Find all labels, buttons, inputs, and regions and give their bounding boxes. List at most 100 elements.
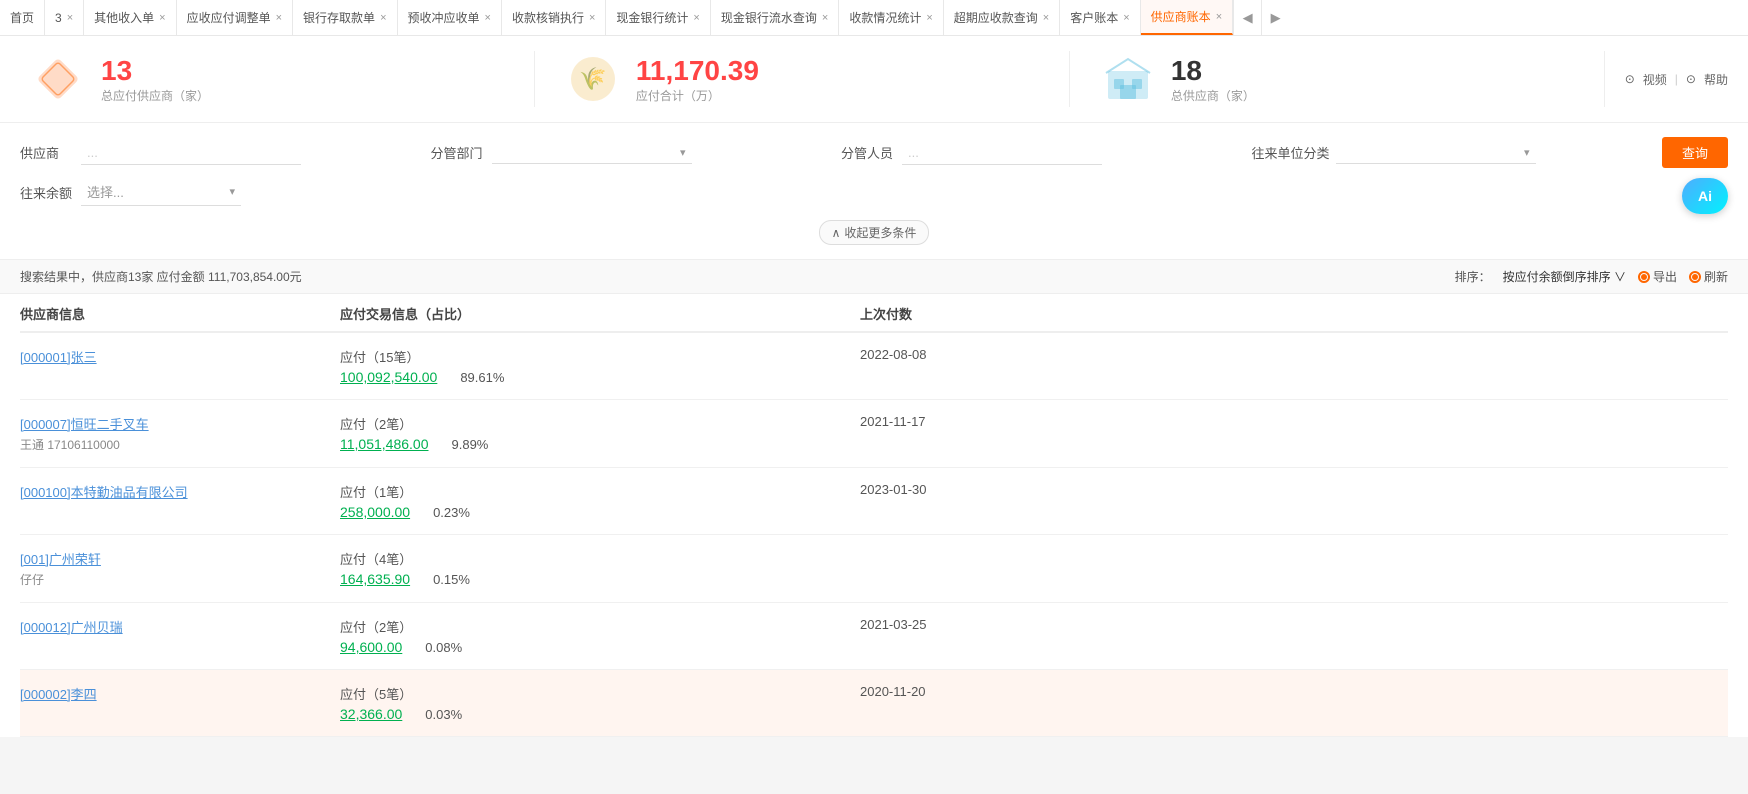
close-icon[interactable]: × [693, 12, 699, 24]
supplier-link[interactable]: [000002]李四 [20, 684, 340, 703]
nav-tab-receipt-verify[interactable]: 收款核销执行 × [502, 0, 606, 35]
close-icon[interactable]: × [589, 12, 595, 24]
dept-filter-select[interactable]: ▾ [492, 142, 692, 164]
transaction-percent: 0.15% [433, 572, 470, 587]
refresh-button[interactable]: 刷新 [1689, 268, 1728, 285]
result-summary-text: 搜索结果中，供应商13家 应付金额 111,703,854.00元 [20, 268, 302, 285]
nav-tab-other-income[interactable]: 其他收入单 × [84, 0, 176, 35]
transaction-amount[interactable]: 100,092,540.00 [340, 369, 437, 385]
close-icon[interactable]: × [485, 12, 491, 24]
transaction-amount[interactable]: 32,366.00 [340, 706, 402, 722]
nav-tab-cash-bank-stat[interactable]: 现金银行统计 × [606, 0, 710, 35]
table-row: [000100]本特勤油品有限公司 应付（1笔） 258,000.00 0.23… [20, 468, 1728, 535]
supplier-link[interactable]: [000012]广州贝瑞 [20, 617, 340, 636]
filter-supplier: 供应商 [20, 141, 411, 165]
table-row: [000002]李四 应付（5笔） 32,366.00 0.03% 2020-1… [20, 670, 1728, 737]
close-icon[interactable]: × [1216, 11, 1222, 23]
close-icon[interactable]: × [1123, 12, 1129, 24]
close-icon[interactable]: × [1043, 12, 1049, 24]
nav-tab-receipt-stat[interactable]: 收款情况统计 × [839, 0, 943, 35]
dept-filter-label: 分管部门 [431, 143, 486, 162]
table-row: [001]广州荣轩 仔仔 应付（4笔） 164,635.90 0.15% [20, 535, 1728, 603]
chevron-down-icon: ▾ [680, 146, 686, 159]
person-filter-input[interactable] [902, 141, 1102, 165]
wheat-icon: 🌾 [565, 51, 621, 107]
table-row: [000012]广州贝瑞 应付（2笔） 94,600.00 0.08% 2021… [20, 603, 1728, 670]
category-filter-label: 往来单位分类 [1252, 143, 1330, 162]
last-pay-date: 2020-11-20 [860, 684, 926, 699]
last-pay-date: 2023-01-30 [860, 482, 927, 497]
person-filter-label: 分管人员 [841, 143, 896, 162]
transaction-percent: 0.03% [425, 707, 462, 722]
result-bar-right: 排序： 按应付余额倒序排序 ∨ 导出 刷新 [1455, 268, 1728, 285]
export-button[interactable]: 导出 [1638, 268, 1677, 285]
supplier-link[interactable]: [000007]恒旺二手叉车 [20, 414, 340, 433]
nav-right-arrow[interactable]: ▶ [1261, 0, 1289, 35]
supplier-link[interactable]: [001]广州荣轩 [20, 549, 340, 568]
nav-tab-cash-bank-flow[interactable]: 现金银行流水查询 × [711, 0, 839, 35]
sort-select[interactable]: 按应付余额倒序排序 ∨ [1503, 268, 1626, 285]
transaction-percent: 0.23% [433, 505, 470, 520]
transaction-percent: 9.89% [452, 437, 489, 452]
summary-card-payable-total: 🌾 11,170.39 应付合计（万） [535, 51, 1070, 107]
transaction-amount[interactable]: 11,051,486.00 [340, 436, 429, 452]
close-icon[interactable]: × [926, 12, 932, 24]
nav-tab-supplier-book[interactable]: 供应商账本 × [1141, 0, 1233, 35]
filter-row-1: 供应商 分管部门 ▾ 分管人员 往来单位分类 ▾ 查询 [20, 137, 1728, 168]
transaction-amount[interactable]: 258,000.00 [340, 504, 410, 520]
supplier-link[interactable]: [000100]本特勤油品有限公司 [20, 482, 340, 501]
total-suppliers-count: 18 [1171, 54, 1255, 88]
diamond-icon [30, 51, 86, 107]
close-icon[interactable]: × [822, 12, 828, 24]
table-row: [000007]恒旺二手叉车 王通 17106110000 应付（2笔） 11,… [20, 400, 1728, 468]
chevron-down-icon: ▾ [229, 185, 235, 198]
payable-total-label: 应付合计（万） [636, 87, 759, 104]
total-suppliers-label: 总供应商（家） [1171, 87, 1255, 104]
main-table: 供应商信息 应付交易信息（占比） 上次付数 [000001]张三 应付（15笔）… [0, 294, 1748, 737]
transaction-amount[interactable]: 164,635.90 [340, 571, 410, 587]
close-icon[interactable]: × [159, 12, 165, 24]
close-icon[interactable]: × [276, 12, 282, 24]
filter-balance: 往来余额 选择... ▾ [20, 178, 300, 206]
supplier-filter-input[interactable] [81, 141, 301, 165]
nav-tab-ar-adjust[interactable]: 应收应付调整单 × [177, 0, 293, 35]
nav-tab-bank-deposit[interactable]: 银行存取款单 × [293, 0, 397, 35]
header-transaction: 应付交易信息（占比） [340, 304, 860, 323]
nav-tab-home[interactable]: 首页 [0, 0, 45, 35]
nav-tab-3[interactable]: 3 × [45, 0, 84, 35]
transaction-percent: 0.08% [425, 640, 462, 655]
close-icon[interactable]: × [380, 12, 386, 24]
nav-tab-customer-book[interactable]: 客户账本 × [1060, 0, 1140, 35]
supplier-link[interactable]: [000001]张三 [20, 347, 340, 366]
transaction-amount[interactable]: 94,600.00 [340, 639, 402, 655]
nav-tab-prepay-ar[interactable]: 预收冲应收单 × [398, 0, 502, 35]
table-header: 供应商信息 应付交易信息（占比） 上次付数 [20, 294, 1728, 333]
filter-area: 供应商 分管部门 ▾ 分管人员 往来单位分类 ▾ 查询 往来余额 选择 [0, 123, 1748, 260]
nav-tab-overdue-ar[interactable]: 超期应收款查询 × [944, 0, 1060, 35]
query-button[interactable]: 查询 [1662, 137, 1728, 168]
help-link[interactable]: 帮助 [1704, 71, 1728, 88]
category-filter-select[interactable]: ▾ [1336, 142, 1536, 164]
help-icon: ⊙ [1686, 72, 1696, 86]
ai-badge[interactable]: Ai [1682, 178, 1728, 214]
summary-card-payable-suppliers: 13 总应付供应商（家） [20, 51, 535, 107]
header-supplier: 供应商信息 [20, 304, 340, 323]
video-link[interactable]: 视频 [1643, 71, 1667, 88]
filter-row-2: 往来余额 选择... ▾ [20, 178, 1728, 206]
nav-left-arrow[interactable]: ◀ [1233, 0, 1261, 35]
transaction-label: 应付（1笔） [340, 482, 860, 501]
filter-person: 分管人员 [841, 141, 1232, 165]
svg-text:🌾: 🌾 [579, 66, 606, 91]
balance-filter-select[interactable]: 选择... ▾ [81, 178, 241, 206]
collapse-button[interactable]: ∧ 收起更多条件 [819, 220, 930, 245]
transaction-label: 应付（2笔） [340, 617, 860, 636]
filter-category: 往来单位分类 ▾ [1252, 142, 1643, 164]
transaction-label: 应付（15笔） [340, 347, 860, 366]
payable-total-value: 11,170.39 [636, 54, 759, 88]
payable-suppliers-count: 13 [101, 54, 209, 88]
sort-arrow-icon: ∨ [1614, 270, 1626, 284]
supplier-filter-label: 供应商 [20, 143, 75, 162]
summary-bar: 13 总应付供应商（家） 🌾 11,170.39 应付合计（万） [0, 36, 1748, 123]
close-icon[interactable]: × [67, 12, 73, 24]
summary-card-total-suppliers: 18 总供应商（家） [1070, 51, 1605, 107]
